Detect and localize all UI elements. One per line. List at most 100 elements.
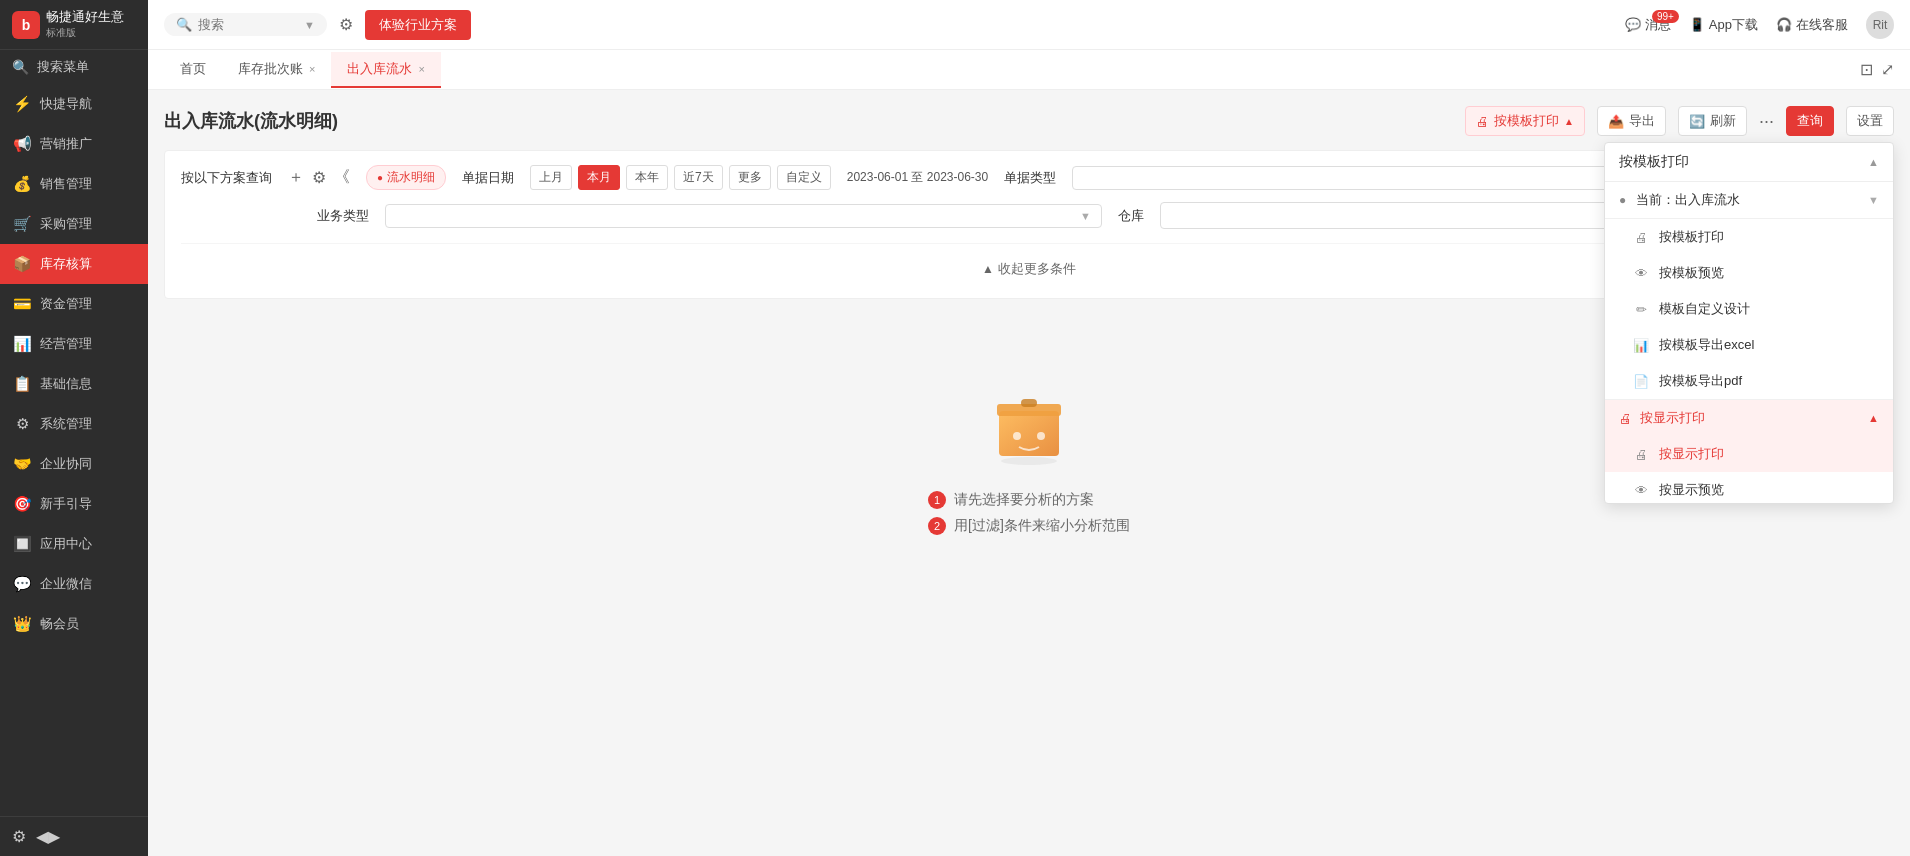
chevron-up-icon: ▲ [1564,116,1574,127]
tab-batch[interactable]: 库存批次账 × [222,52,331,88]
sidebar-search-label: 搜索菜单 [37,58,89,76]
empty-illustration [979,371,1079,471]
filter-prefix-label: 按以下方案查询 [181,169,272,187]
enterprise-label: 企业协同 [40,455,92,473]
dropdown-template-print[interactable]: 🖨 按模板打印 [1605,219,1893,255]
dropdown-template-custom-label: 模板自定义设计 [1659,300,1750,318]
sidebar-bottom: ⚙ ◀▶ [0,816,148,856]
tab-batch-label: 库存批次账 [238,60,303,78]
quick-nav-label: 快捷导航 [40,95,92,113]
empty-step-1-text: 请先选择要分析的方案 [954,491,1094,509]
more-actions-icon[interactable]: ··· [1759,111,1774,132]
sidebar-item-system[interactable]: ⚙ 系统管理 [0,404,148,444]
sidebar-search-item[interactable]: 🔍 搜索菜单 [0,50,148,84]
filter-tag-label: 流水明细 [387,169,435,186]
date-filter: 上月 本月 本年 近7天 更多 自定义 [530,165,831,190]
app-download-btn[interactable]: 📱 App下载 [1689,16,1758,34]
topbar-search-input[interactable] [198,17,298,32]
tab-home[interactable]: 首页 [164,52,222,88]
template-print-btn[interactable]: 🖨 按模板打印 ▲ [1465,106,1585,136]
collapse-sidebar-icon[interactable]: ◀▶ [36,827,60,846]
topbar-search-icon: 🔍 [176,17,192,32]
expand-icon[interactable]: ⤢ [1881,60,1894,79]
export-btn[interactable]: 📤 导出 [1597,106,1666,136]
app-download-label: App下载 [1709,16,1758,34]
sidebar-item-inventory[interactable]: 📦 库存核算 [0,244,148,284]
filter-settings-icon[interactable]: ⚙ [312,168,326,187]
sidebar-item-enterprise[interactable]: 🤝 企业协同 [0,444,148,484]
sidebar-item-sales[interactable]: 💰 销售管理 [0,164,148,204]
collapse-conditions-btn[interactable]: ▲ 收起更多条件 [970,254,1088,284]
svg-point-3 [1037,432,1045,440]
message-btn[interactable]: 💬 消息 99+ [1625,16,1671,34]
filter-collapse-icon[interactable]: 《 [334,167,350,188]
filter-tag[interactable]: ● 流水明细 [366,165,446,190]
tabs-right-actions: ⊡ ⤢ [1860,60,1894,79]
basics-label: 基础信息 [40,375,92,393]
marketing-icon: 📢 [12,135,32,153]
sidebar-item-purchase[interactable]: 🛒 采购管理 [0,204,148,244]
dropdown-template-preview[interactable]: 👁 按模板预览 [1605,255,1893,291]
system-icon: ⚙ [12,415,32,433]
settings-btn[interactable]: 设置 [1846,106,1894,136]
sidebar-nav: ⚡ 快捷导航 📢 营销推广 💰 销售管理 🛒 采购管理 📦 库存核算 💳 资金管… [0,84,148,816]
this-year-btn[interactable]: 本年 [626,165,668,190]
app-download-icon: 📱 [1689,17,1705,32]
sidebar-item-guide[interactable]: 🎯 新手引导 [0,484,148,524]
industry-btn[interactable]: 体验行业方案 [365,10,471,40]
dropdown-template-excel-label: 按模板导出excel [1659,336,1754,354]
dropdown-template-preview-label: 按模板预览 [1659,264,1724,282]
dropdown-current[interactable]: ● 当前：出入库流水 ▼ [1605,182,1893,219]
content-area: 出入库流水(流水明细) 🖨 按模板打印 ▲ 📤 导出 🔄 刷新 ··· 查询 设… [148,90,1910,856]
more-date-btn[interactable]: 更多 [729,165,771,190]
custom-date-btn[interactable]: 自定义 [777,165,831,190]
prev-month-btn[interactable]: 上月 [530,165,572,190]
finance-icon: 💳 [12,295,32,313]
dropdown-display-print[interactable]: 🖨 按显示打印 [1605,436,1893,472]
logo-subtitle: 标准版 [46,26,124,40]
query-btn[interactable]: 查询 [1786,106,1834,136]
sidebar-item-finance[interactable]: 💳 资金管理 [0,284,148,324]
last7days-btn[interactable]: 近7天 [674,165,723,190]
sidebar-item-quick-nav[interactable]: ⚡ 快捷导航 [0,84,148,124]
tab-flow-close[interactable]: × [418,63,424,75]
filter-actions: ＋ ⚙ 《 [288,167,350,188]
sidebar-item-apps[interactable]: 🔲 应用中心 [0,524,148,564]
sales-icon: 💰 [12,175,32,193]
collapse-label: 收起更多条件 [998,260,1076,278]
filter-add-icon[interactable]: ＋ [288,167,304,188]
topbar-gear-icon[interactable]: ⚙ [339,15,353,34]
topbar: 🔍 ▼ ⚙ 体验行业方案 💬 消息 99+ 📱 App下载 🎧 在线客服 Rit [148,0,1910,50]
dropdown-template-pdf[interactable]: 📄 按模板导出pdf [1605,363,1893,399]
user-avatar[interactable]: Rit [1866,11,1894,39]
refresh-btn[interactable]: 🔄 刷新 [1678,106,1747,136]
sidebar-item-members[interactable]: 👑 畅会员 [0,604,148,644]
dropdown-section-template: 🖨 按模板打印 👁 按模板预览 ✏ 模板自定义设计 [1605,219,1893,400]
dropdown-current-label: 当前：出入库流水 [1636,191,1858,209]
topbar-search[interactable]: 🔍 ▼ [164,13,327,36]
sidebar-item-operations[interactable]: 📊 经营管理 [0,324,148,364]
restore-icon[interactable]: ⊡ [1860,60,1873,79]
settings-bottom-icon[interactable]: ⚙ [12,827,26,846]
printer-icon: 🖨 [1476,114,1489,129]
biz-type-select[interactable]: ▼ [385,204,1102,228]
tab-flow[interactable]: 出入库流水 × [331,52,440,88]
tab-batch-close[interactable]: × [309,63,315,75]
dropdown-display-group-title[interactable]: 🖨 按显示打印 ▲ [1605,400,1893,436]
message-badge: 99+ [1652,10,1679,23]
search-icon: 🔍 [12,59,29,75]
dropdown-chevron-up[interactable]: ▲ [1868,156,1879,168]
dropdown-template-excel[interactable]: 📊 按模板导出excel [1605,327,1893,363]
online-service-btn[interactable]: 🎧 在线客服 [1776,16,1848,34]
export-label: 导出 [1629,112,1655,130]
basics-icon: 📋 [12,375,32,393]
dropdown-template-pdf-label: 按模板导出pdf [1659,372,1742,390]
topbar-dropdown-icon[interactable]: ▼ [304,19,315,31]
dropdown-template-custom[interactable]: ✏ 模板自定义设计 [1605,291,1893,327]
dropdown-display-preview[interactable]: 👁 按显示预览 [1605,472,1893,503]
this-month-btn[interactable]: 本月 [578,165,620,190]
dropdown-header-right: ▲ [1868,156,1879,168]
sidebar-item-basics[interactable]: 📋 基础信息 [0,364,148,404]
sidebar-item-marketing[interactable]: 📢 营销推广 [0,124,148,164]
sidebar-item-wechat[interactable]: 💬 企业微信 [0,564,148,604]
